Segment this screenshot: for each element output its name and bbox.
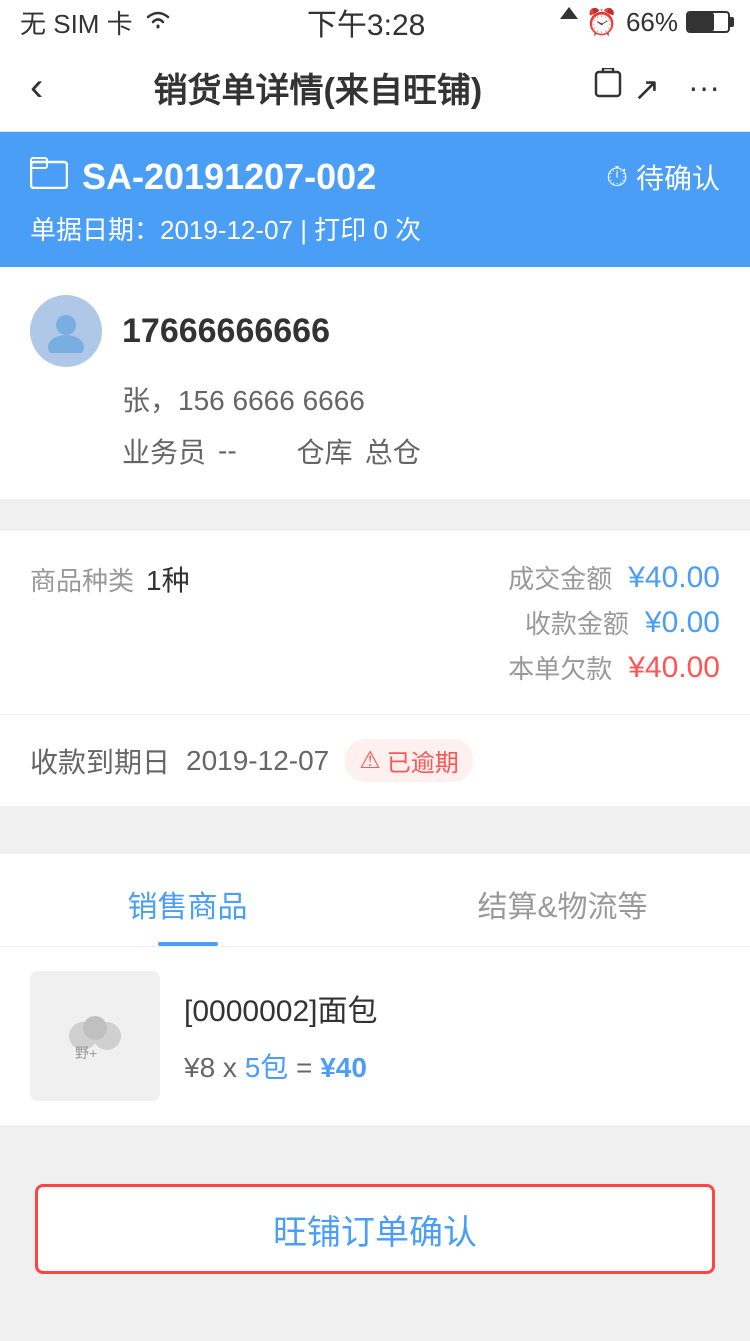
warehouse-value: 总仓 xyxy=(365,431,421,471)
wifi-icon xyxy=(143,7,173,38)
customer-phone: 17666666666 xyxy=(122,312,330,351)
sales-meta: 业务员 -- xyxy=(122,431,237,471)
clock-icon: ⏱ xyxy=(606,161,628,194)
tabs-section: 销售商品 结算&物流等 xyxy=(0,854,750,947)
sales-label: 业务员 xyxy=(122,431,206,471)
nav-bar: ‹ 销货单详情(来自旺铺) ↗ ··· xyxy=(0,44,750,132)
divider-1 xyxy=(0,515,750,531)
due-date-section: 收款到期日 2019-12-07 ⚠ 已逾期 xyxy=(0,714,750,806)
due-date: 2019-12-07 xyxy=(186,745,329,777)
product-info: [0000002]面包 ¥8 x 5包 = ¥40 xyxy=(184,986,720,1086)
summary-section: 商品种类 1种 成交金额 ¥40.00 收款金额 ¥0.00 本单欠款 ¥40.… xyxy=(0,531,750,714)
summary-right: 成交金额 ¥40.00 收款金额 ¥0.00 本单欠款 ¥40.00 xyxy=(375,559,720,686)
product-type-value: 1种 xyxy=(146,559,190,599)
warning-icon: ⚠ xyxy=(359,746,381,775)
more-button[interactable]: ··· xyxy=(688,69,720,106)
status-badge: ⏱ 待确认 xyxy=(606,157,720,197)
customer-top: 17666666666 xyxy=(30,295,720,367)
equals-text: = xyxy=(288,1052,320,1083)
status-bar-left: 无 SIM 卡 xyxy=(20,4,173,41)
received-item: 收款金额 ¥0.00 xyxy=(525,604,720,641)
customer-contact: 张，156 6666 6666 xyxy=(30,379,720,419)
status-time: 下午3:28 xyxy=(307,0,425,44)
customer-section: 17666666666 张，156 6666 6666 业务员 -- 仓库 总仓 xyxy=(0,267,750,499)
avatar xyxy=(30,295,102,367)
customer-meta: 业务员 -- 仓库 总仓 xyxy=(30,431,720,471)
confirm-btn-wrap: 旺铺订单确认 xyxy=(35,1184,715,1274)
back-button[interactable]: ‹ xyxy=(30,65,43,110)
due-label: 收款到期日 xyxy=(30,741,170,781)
confirm-order-button[interactable]: 旺铺订单确认 xyxy=(35,1184,715,1274)
overdue-badge: ⚠ 已逾期 xyxy=(345,739,473,782)
product-item: 野+ [0000002]面包 ¥8 x 5包 = ¥40 xyxy=(30,971,720,1101)
nav-right-icons: ↗ ··· xyxy=(592,68,720,108)
amount-value: ¥40.00 xyxy=(628,561,720,595)
status-bar-right: ⏰ 66% xyxy=(560,7,730,38)
page-title: 销货单详情(来自旺铺) xyxy=(154,63,483,112)
warehouse-meta: 仓库 总仓 xyxy=(297,431,421,471)
battery-icon xyxy=(686,11,730,33)
order-id: SA-20191207-002 xyxy=(30,156,376,198)
status-bar: 无 SIM 卡 下午3:28 ⏰ 66% xyxy=(0,0,750,44)
total-price: ¥40 xyxy=(320,1052,367,1083)
order-icon xyxy=(30,156,68,198)
qty-text: 5包 xyxy=(245,1052,289,1083)
location-icon xyxy=(560,7,578,38)
product-price: ¥8 x 5包 = ¥40 xyxy=(184,1046,720,1086)
divider-2 xyxy=(0,822,750,838)
tab-settlement[interactable]: 结算&物流等 xyxy=(375,854,750,946)
received-value: ¥0.00 xyxy=(645,606,720,640)
order-date: 单据日期：2019-12-07 | 打印 0 次 xyxy=(30,210,720,247)
product-name: [0000002]面包 xyxy=(184,986,720,1030)
order-header-card: SA-20191207-002 ⏱ 待确认 单据日期：2019-12-07 | … xyxy=(0,132,750,267)
battery-text: 66% xyxy=(626,7,678,38)
product-list: 野+ [0000002]面包 ¥8 x 5包 = ¥40 xyxy=(0,947,750,1125)
order-header-top: SA-20191207-002 ⏱ 待确认 xyxy=(30,156,720,198)
summary-left: 商品种类 1种 xyxy=(30,559,375,686)
carrier-text: 无 SIM 卡 xyxy=(20,4,133,41)
product-type: 商品种类 1种 xyxy=(30,559,375,599)
alarm-icon: ⏰ xyxy=(586,7,618,38)
warehouse-label: 仓库 xyxy=(297,431,353,471)
svg-text:野+: 野+ xyxy=(75,1045,97,1061)
share-button[interactable]: ↗ xyxy=(592,68,660,108)
owed-value: ¥40.00 xyxy=(628,651,720,685)
tab-sales-product[interactable]: 销售商品 xyxy=(0,854,375,946)
owed-item: 本单欠款 ¥40.00 xyxy=(508,649,720,686)
price-text: ¥8 x xyxy=(184,1052,245,1083)
product-thumbnail: 野+ xyxy=(30,971,160,1101)
amount-item: 成交金额 ¥40.00 xyxy=(508,559,720,596)
sales-value: -- xyxy=(218,435,237,467)
